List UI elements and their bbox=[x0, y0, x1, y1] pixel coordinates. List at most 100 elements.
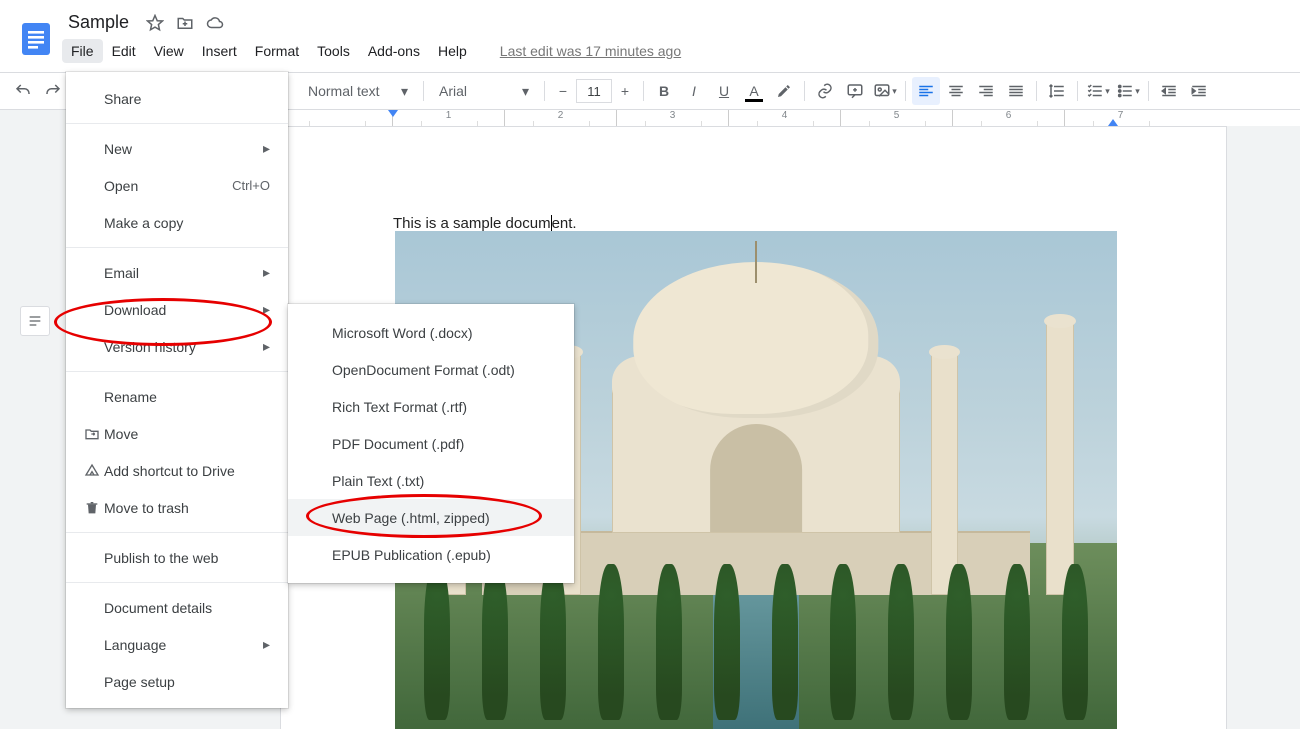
download-docx[interactable]: Microsoft Word (.docx) bbox=[288, 314, 574, 351]
decrease-indent-button[interactable] bbox=[1155, 77, 1183, 105]
menu-addons[interactable]: Add-ons bbox=[359, 39, 429, 63]
download-submenu: Microsoft Word (.docx) OpenDocument Form… bbox=[288, 304, 574, 583]
cloud-status-icon[interactable] bbox=[205, 13, 225, 33]
last-edit-link[interactable]: Last edit was 17 minutes ago bbox=[500, 43, 681, 59]
separator bbox=[905, 81, 906, 101]
bold-button[interactable]: B bbox=[650, 77, 678, 105]
document-body-text[interactable]: This is a sample document. bbox=[393, 215, 577, 232]
submenu-arrow-icon: ▸ bbox=[263, 301, 270, 318]
ruler-tick: 7 bbox=[1118, 110, 1124, 121]
undo-button[interactable] bbox=[9, 77, 37, 105]
font-size-input[interactable] bbox=[576, 79, 612, 103]
file-menu-email[interactable]: Email▸ bbox=[66, 254, 288, 291]
font-family-select[interactable]: Arial ▾ bbox=[429, 83, 539, 100]
move-icon bbox=[80, 426, 104, 442]
file-menu-move[interactable]: Move bbox=[66, 415, 288, 452]
insert-link-button[interactable] bbox=[811, 77, 839, 105]
download-odt[interactable]: OpenDocument Format (.odt) bbox=[288, 351, 574, 388]
indent-end-marker[interactable] bbox=[1108, 119, 1118, 126]
menu-separator bbox=[66, 371, 288, 372]
file-menu-move-to-trash[interactable]: Move to trash bbox=[66, 489, 288, 526]
submenu-arrow-icon: ▸ bbox=[263, 338, 270, 355]
paragraph-style-select[interactable]: Normal text ▾ bbox=[298, 83, 418, 100]
separator bbox=[423, 81, 424, 101]
download-rtf[interactable]: Rich Text Format (.rtf) bbox=[288, 388, 574, 425]
file-menu-rename[interactable]: Rename bbox=[66, 378, 288, 415]
separator bbox=[1148, 81, 1149, 101]
file-menu-version-history[interactable]: Version history▸ bbox=[66, 328, 288, 365]
menu-view[interactable]: View bbox=[145, 39, 193, 63]
separator bbox=[804, 81, 805, 101]
document-title[interactable]: Sample bbox=[62, 10, 135, 35]
increase-indent-button[interactable] bbox=[1185, 77, 1213, 105]
download-epub[interactable]: EPUB Publication (.epub) bbox=[288, 536, 574, 573]
move-folder-icon[interactable] bbox=[175, 13, 195, 33]
separator bbox=[1077, 81, 1078, 101]
separator bbox=[643, 81, 644, 101]
ruler-tick: 2 bbox=[558, 110, 564, 121]
menu-bar: File Edit View Insert Format Tools Add-o… bbox=[62, 39, 681, 63]
star-icon[interactable] bbox=[145, 13, 165, 33]
document-outline-button[interactable] bbox=[20, 306, 50, 336]
chevron-down-icon: ▾ bbox=[522, 83, 529, 100]
file-menu-publish[interactable]: Publish to the web bbox=[66, 539, 288, 576]
ruler-tick: 3 bbox=[670, 110, 676, 121]
align-left-button[interactable] bbox=[912, 77, 940, 105]
menu-edit[interactable]: Edit bbox=[103, 39, 145, 63]
ruler-tick: 5 bbox=[894, 110, 900, 121]
download-html[interactable]: Web Page (.html, zipped) bbox=[288, 499, 574, 536]
header-bar: Sample File Edit View Insert Format Tool… bbox=[0, 0, 1300, 72]
highlight-color-button[interactable] bbox=[770, 77, 798, 105]
menu-separator bbox=[66, 582, 288, 583]
italic-button[interactable]: I bbox=[680, 77, 708, 105]
docs-app-icon[interactable] bbox=[16, 12, 56, 66]
file-menu-add-shortcut[interactable]: Add shortcut to Drive bbox=[66, 452, 288, 489]
paragraph-style-label: Normal text bbox=[308, 83, 380, 99]
download-txt[interactable]: Plain Text (.txt) bbox=[288, 462, 574, 499]
chevron-down-icon: ▾ bbox=[401, 83, 408, 100]
line-spacing-button[interactable] bbox=[1043, 77, 1071, 105]
separator bbox=[544, 81, 545, 101]
menu-insert[interactable]: Insert bbox=[193, 39, 246, 63]
checklist-button[interactable]: ▾ bbox=[1084, 77, 1112, 105]
ruler-tick: 6 bbox=[1006, 110, 1012, 121]
ruler-tick: 1 bbox=[446, 110, 452, 121]
file-menu-make-copy[interactable]: Make a copy bbox=[66, 204, 288, 241]
bulleted-list-button[interactable]: ▾ bbox=[1114, 77, 1142, 105]
file-menu-new[interactable]: New▸ bbox=[66, 130, 288, 167]
menu-separator bbox=[66, 532, 288, 533]
menu-format[interactable]: Format bbox=[246, 39, 308, 63]
menu-separator bbox=[66, 123, 288, 124]
file-menu-document-details[interactable]: Document details bbox=[66, 589, 288, 626]
insert-image-button[interactable]: ▾ bbox=[871, 77, 899, 105]
shortcut-text: Ctrl+O bbox=[232, 178, 270, 193]
align-right-button[interactable] bbox=[972, 77, 1000, 105]
align-justify-button[interactable] bbox=[1002, 77, 1030, 105]
font-family-label: Arial bbox=[439, 83, 467, 99]
separator bbox=[1036, 81, 1037, 101]
menu-file[interactable]: File bbox=[62, 39, 103, 63]
increase-font-size-button[interactable]: + bbox=[613, 77, 637, 105]
menu-help[interactable]: Help bbox=[429, 39, 476, 63]
add-comment-button[interactable] bbox=[841, 77, 869, 105]
file-menu-language[interactable]: Language▸ bbox=[66, 626, 288, 663]
indent-start-marker[interactable] bbox=[388, 110, 398, 117]
download-pdf[interactable]: PDF Document (.pdf) bbox=[288, 425, 574, 462]
submenu-arrow-icon: ▸ bbox=[263, 636, 270, 653]
text-color-button[interactable]: A bbox=[740, 77, 768, 105]
file-menu-open[interactable]: OpenCtrl+O bbox=[66, 167, 288, 204]
redo-button[interactable] bbox=[39, 77, 67, 105]
submenu-arrow-icon: ▸ bbox=[263, 140, 270, 157]
file-menu-download[interactable]: Download▸ bbox=[66, 291, 288, 328]
align-center-button[interactable] bbox=[942, 77, 970, 105]
ruler-tick: 4 bbox=[782, 110, 788, 121]
trash-icon bbox=[80, 500, 104, 516]
file-menu-page-setup[interactable]: Page setup bbox=[66, 663, 288, 700]
submenu-arrow-icon: ▸ bbox=[263, 264, 270, 281]
drive-shortcut-icon bbox=[80, 463, 104, 479]
menu-separator bbox=[66, 247, 288, 248]
decrease-font-size-button[interactable]: − bbox=[551, 77, 575, 105]
underline-button[interactable]: U bbox=[710, 77, 738, 105]
file-menu-share[interactable]: Share bbox=[66, 80, 288, 117]
menu-tools[interactable]: Tools bbox=[308, 39, 359, 63]
